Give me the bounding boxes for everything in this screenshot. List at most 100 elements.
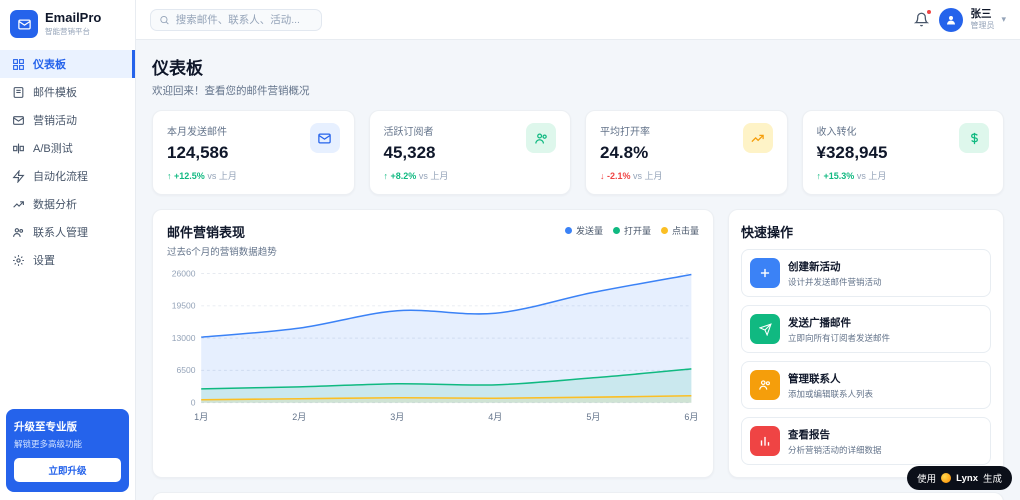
user-menu[interactable]: 张三 管理员 ▾ [939, 8, 1006, 32]
bar-chart-icon [750, 426, 780, 456]
legend-item: 打开量 [613, 224, 651, 237]
sidebar-item-contacts[interactable]: 联系人管理 [0, 218, 135, 246]
sidebar-item-automation[interactable]: 自动化流程 [0, 162, 135, 190]
stat-value: 45,328 [384, 143, 449, 163]
search-input[interactable] [176, 14, 313, 26]
dashboard-icon [12, 58, 25, 71]
action-manage-contacts[interactable]: 管理联系人 添加或编辑联系人列表 [741, 361, 991, 409]
send-icon [750, 314, 780, 344]
upgrade-button[interactable]: 立即升级 [14, 458, 121, 482]
legend-item: 点击量 [661, 224, 699, 237]
svg-text:5月: 5月 [586, 412, 600, 422]
quick-actions-panel: 快速操作 创建新活动 设计并发送邮件营销活动 发送广播邮件 立即向所有订阅者发送… [728, 209, 1004, 478]
action-send-broadcast[interactable]: 发送广播邮件 立即向所有订阅者发送邮件 [741, 305, 991, 353]
stat-label: 收入转化 [817, 123, 888, 138]
stats-row: 本月发送邮件 124,586 ↑ +12.5% vs 上月 活跃订阅者 45,3… [152, 110, 1004, 195]
stat-label: 本月发送邮件 [167, 123, 237, 138]
lynx-badge[interactable]: 使用 Lynx 生成 [907, 466, 1012, 490]
app-tagline: 智能营销平台 [45, 26, 101, 37]
trend-down-icon: ↓ [600, 171, 605, 181]
app-name: EmailPro [45, 11, 101, 26]
templates-icon [12, 86, 25, 99]
svg-text:4月: 4月 [488, 412, 502, 422]
sidebar-item-label: A/B测试 [33, 140, 73, 156]
upgrade-card: 升级至专业版 解锁更多高级功能 立即升级 [6, 409, 129, 492]
stat-card-revenue: 收入转化 ¥328,945 ↑ +15.3% vs 上月 [802, 110, 1005, 195]
users-icon [12, 226, 25, 239]
upgrade-title: 升级至专业版 [14, 419, 121, 434]
sidebar-item-label: 营销活动 [33, 112, 77, 128]
sidebar-item-label: 邮件模板 [33, 84, 77, 100]
svg-text:2月: 2月 [292, 412, 306, 422]
sidebar-item-ab-test[interactable]: A/B测试 [0, 134, 135, 162]
chart-title: 邮件营销表现 [167, 222, 277, 241]
avatar [939, 8, 963, 32]
trend-up-icon: ↑ [384, 171, 389, 181]
page-subtitle: 欢迎回来！查看您的邮件营销概况 [152, 83, 1004, 98]
users-icon [750, 370, 780, 400]
mail-icon [310, 123, 340, 153]
recent-campaigns-card: 最近营销活动 查看您最新的邮件营销活动表现 查看全部 活动名称 状态 发送量 打… [152, 492, 1004, 500]
gear-icon [12, 254, 25, 267]
ab-test-icon [12, 142, 25, 155]
user-name: 张三 [970, 8, 994, 20]
sidebar-item-analytics[interactable]: 数据分析 [0, 190, 135, 218]
plus-icon [750, 258, 780, 288]
stat-card-subscribers: 活跃订阅者 45,328 ↑ +8.2% vs 上月 [369, 110, 572, 195]
person-icon [945, 14, 957, 26]
svg-text:1月: 1月 [194, 412, 208, 422]
quick-actions-title: 快速操作 [741, 222, 991, 241]
stat-value: ¥328,945 [817, 143, 888, 163]
performance-chart: 065001300019500260001月2月3月4月5月6月 [167, 264, 699, 427]
lynx-logo-icon [941, 473, 951, 483]
action-create-campaign[interactable]: 创建新活动 设计并发送邮件营销活动 [741, 249, 991, 297]
sidebar-nav: 仪表板 邮件模板 营销活动 A/B测试 自动化流程 数据分析 [0, 50, 135, 274]
sidebar-item-label: 设置 [33, 252, 55, 268]
svg-text:6500: 6500 [177, 365, 196, 375]
trend-up-icon: ↑ [167, 171, 172, 181]
sidebar-item-templates[interactable]: 邮件模板 [0, 78, 135, 106]
sidebar: EmailPro 智能营销平台 仪表板 邮件模板 营销活动 A/B测试 [0, 0, 136, 500]
zap-icon [12, 170, 25, 183]
search-box [150, 9, 322, 31]
envelope-icon [12, 114, 25, 127]
users-icon [526, 123, 556, 153]
action-view-reports[interactable]: 查看报告 分析营销活动的详细数据 [741, 417, 991, 465]
sidebar-item-campaigns[interactable]: 营销活动 [0, 106, 135, 134]
upgrade-desc: 解锁更多高级功能 [14, 438, 121, 450]
chart-legend: 发送量打开量点击量 [565, 222, 699, 237]
search-icon [159, 14, 170, 26]
notifications-button[interactable] [914, 12, 929, 27]
stat-card-open-rate: 平均打开率 24.8% ↓ -2.1% vs 上月 [585, 110, 788, 195]
sidebar-item-label: 联系人管理 [33, 224, 88, 240]
sidebar-item-dashboard[interactable]: 仪表板 [0, 50, 135, 78]
svg-text:13000: 13000 [172, 333, 196, 343]
stat-value: 124,586 [167, 143, 237, 163]
stat-label: 平均打开率 [600, 123, 663, 138]
app-logo-mail-icon [10, 10, 38, 38]
chart-subtitle: 过去6个月的营销数据趋势 [167, 244, 277, 258]
sidebar-item-label: 自动化流程 [33, 168, 88, 184]
chevron-down-icon: ▾ [1001, 14, 1006, 25]
notification-dot [926, 9, 932, 15]
svg-text:0: 0 [191, 398, 196, 408]
svg-text:26000: 26000 [172, 268, 196, 278]
main-area: 张三 管理员 ▾ 仪表板 欢迎回来！查看您的邮件营销概况 本月发送邮件 124,… [136, 0, 1020, 500]
svg-text:6月: 6月 [684, 412, 698, 422]
legend-item: 发送量 [565, 224, 603, 237]
trend-up-icon: ↑ [817, 171, 822, 181]
stat-label: 活跃订阅者 [384, 123, 449, 138]
content: 仪表板 欢迎回来！查看您的邮件营销概况 本月发送邮件 124,586 ↑ +12… [136, 40, 1020, 500]
sidebar-item-label: 数据分析 [33, 196, 77, 212]
trending-up-icon [743, 123, 773, 153]
trending-up-icon [12, 198, 25, 211]
performance-card: 邮件营销表现 过去6个月的营销数据趋势 发送量打开量点击量 0 6500 13000… [152, 209, 714, 478]
sidebar-item-settings[interactable]: 设置 [0, 246, 135, 274]
app-root: EmailPro 智能营销平台 仪表板 邮件模板 营销活动 A/B测试 [0, 0, 1020, 500]
svg-text:3月: 3月 [390, 412, 404, 422]
brand: EmailPro 智能营销平台 [0, 10, 135, 50]
topbar: 张三 管理员 ▾ [136, 0, 1020, 40]
page-title: 仪表板 [152, 54, 1004, 79]
user-role: 管理员 [970, 20, 994, 31]
sidebar-item-label: 仪表板 [33, 56, 66, 72]
